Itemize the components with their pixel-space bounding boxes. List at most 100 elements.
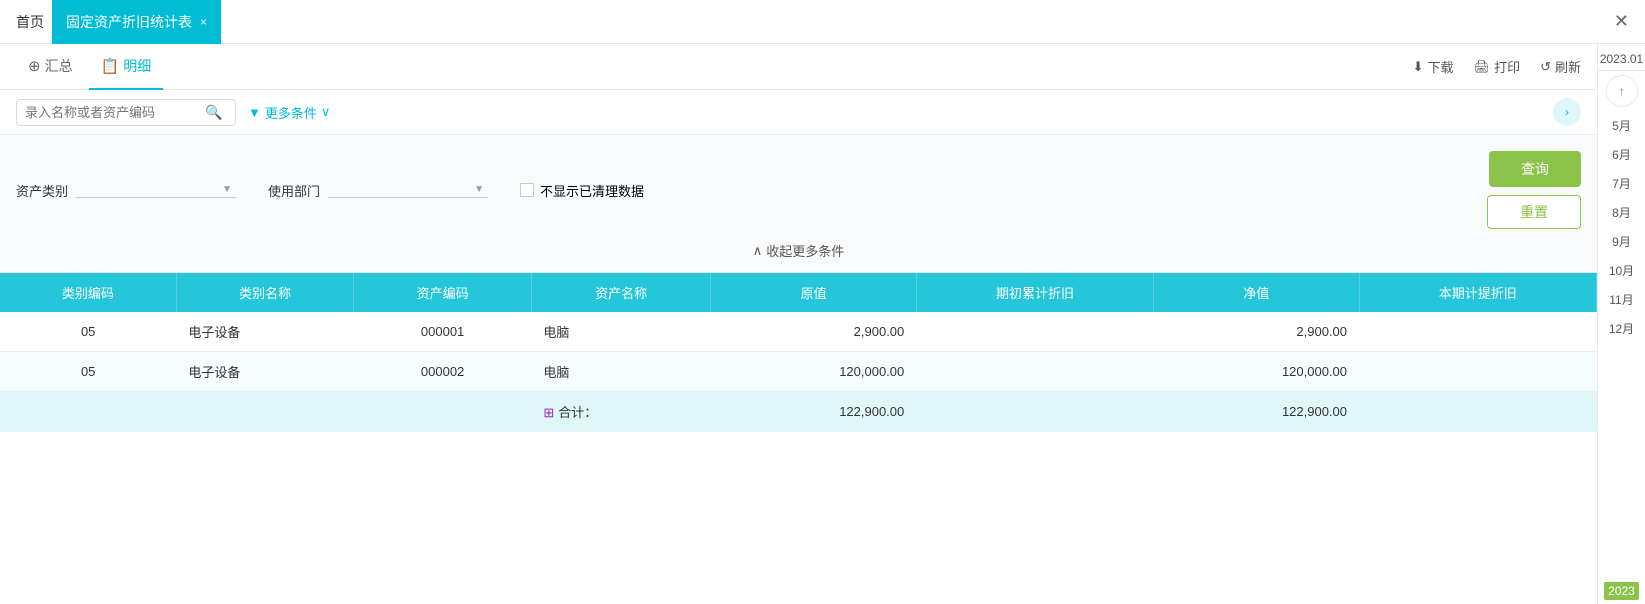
col-header-asset-code: 资产编码: [354, 273, 532, 312]
department-arrow: ▼: [474, 184, 484, 195]
collapse-conditions-toggle[interactable]: ∧ 收起更多条件: [16, 241, 1581, 260]
summary-icon: ⊕: [28, 57, 41, 75]
tab-detail-label: 明细: [123, 56, 151, 76]
chevron-right-icon: ›: [1565, 105, 1569, 119]
cell-current-dep: [1359, 312, 1596, 352]
tab-summary[interactable]: ⊕ 汇总: [16, 44, 85, 90]
data-table: 类别编码 类别名称 资产编码 资产名称 原值 期初累计折旧 净值 本期计提折旧 …: [0, 273, 1597, 432]
cell-asset-code: 000001: [354, 312, 532, 352]
search-bar: 🔍 ▼ 更多条件 ∨ ›: [0, 90, 1597, 135]
filter-panel: 资产类别 ▼ 使用部门 ▼ 不显示已清理数据: [0, 135, 1597, 273]
tabs-row: ⊕ 汇总 📋 明细 ⬇ 下载 🖨 打印 ↺ 刷新: [0, 44, 1597, 90]
data-table-wrapper: 类别编码 类别名称 资产编码 资产名称 原值 期初累计折旧 净值 本期计提折旧 …: [0, 273, 1597, 604]
col-header-original-value: 原值: [711, 273, 916, 312]
chevron-down-icon: ∨: [321, 104, 331, 120]
cell-asset-code: 000002: [354, 352, 532, 392]
right-sidebar: 2023.01 ↑ 5月6月7月8月9月10月11月12月 2023: [1597, 44, 1645, 604]
filter-icon: ▼: [248, 105, 261, 120]
scroll-up-icon: ↑: [1618, 83, 1625, 99]
sidebar-month-item[interactable]: 9月: [1609, 227, 1634, 256]
asset-category-label: 资产类别: [16, 181, 68, 200]
refresh-button[interactable]: ↺ 刷新: [1540, 57, 1581, 76]
tab-title: 固定资产折旧统计表: [66, 12, 192, 32]
table-row: 05 电子设备 000002 电脑 120,000.00 120,000.00: [0, 352, 1597, 392]
search-input-wrapper[interactable]: 🔍: [16, 99, 236, 126]
col-header-net-value: 净值: [1154, 273, 1359, 312]
expand-sidebar-button[interactable]: ›: [1553, 98, 1581, 126]
cell-original-value: 2,900.00: [711, 312, 916, 352]
cell-current-dep: [1359, 352, 1596, 392]
col-header-asset-name: 资产名称: [531, 273, 711, 312]
filter-row: 资产类别 ▼ 使用部门 ▼ 不显示已清理数据: [16, 151, 1581, 229]
asset-category-arrow: ▼: [222, 184, 232, 195]
department-label: 使用部门: [268, 181, 320, 200]
sidebar-month-item[interactable]: 8月: [1609, 198, 1634, 227]
checkbox-icon: [520, 183, 534, 197]
total-current-dep: [1359, 392, 1596, 432]
cell-asset-name: 电脑: [531, 352, 711, 392]
tab-close-icon[interactable]: ×: [200, 15, 207, 29]
table-total-row: ⊞合计： 122,900.00 122,900.00: [0, 392, 1597, 432]
sidebar-month-item[interactable]: 6月: [1609, 140, 1634, 169]
asset-category-select[interactable]: ▼: [76, 182, 236, 198]
cell-category-name: 电子设备: [176, 312, 354, 352]
col-header-accumulated-dep: 期初累计折旧: [916, 273, 1153, 312]
cell-accumulated-dep: [916, 352, 1153, 392]
scroll-up-button[interactable]: ↑: [1606, 75, 1638, 107]
col-header-current-dep: 本期计提折旧: [1359, 273, 1596, 312]
filter-actions: 查询 重置: [1487, 151, 1581, 229]
sidebar-month-item[interactable]: 10月: [1609, 256, 1634, 285]
collapse-icon: ∧: [753, 243, 763, 259]
total-net-value: 122,900.00: [1154, 392, 1359, 432]
refresh-icon: ↺: [1540, 59, 1551, 75]
cell-accumulated-dep: [916, 312, 1153, 352]
sidebar-month-item[interactable]: 7月: [1609, 169, 1634, 198]
table-header-row: 类别编码 类别名称 资产编码 资产名称 原值 期初累计折旧 净值 本期计提折旧: [0, 273, 1597, 312]
table-row: 05 电子设备 000001 电脑 2,900.00 2,900.00: [0, 312, 1597, 352]
download-icon: ⬇: [1413, 59, 1424, 75]
department-filter: 使用部门 ▼: [268, 181, 488, 200]
cell-net-value: 120,000.00: [1154, 352, 1359, 392]
search-input[interactable]: [25, 105, 205, 120]
department-select[interactable]: ▼: [328, 182, 488, 198]
tab-detail[interactable]: 📋 明细: [89, 44, 164, 90]
cell-net-value: 2,900.00: [1154, 312, 1359, 352]
detail-icon: 📋: [101, 57, 120, 75]
toolbar-actions: ⬇ 下载 🖨 打印 ↺ 刷新: [1413, 57, 1581, 76]
download-label: 下载: [1428, 57, 1454, 76]
cell-original-value: 120,000.00: [711, 352, 916, 392]
top-nav: 首页 固定资产折旧统计表 × ✕: [0, 0, 1645, 44]
content-area: ⊕ 汇总 📋 明细 ⬇ 下载 🖨 打印 ↺ 刷新: [0, 44, 1645, 604]
cell-category-name: 电子设备: [176, 352, 354, 392]
tab-summary-label: 汇总: [45, 56, 73, 76]
cell-category-code: 05: [0, 312, 176, 352]
query-button[interactable]: 查询: [1489, 151, 1581, 187]
active-tab[interactable]: 固定资产折旧统计表 ×: [52, 0, 221, 44]
print-icon: 🖨: [1474, 59, 1491, 75]
hide-cleared-label: 不显示已清理数据: [540, 181, 644, 200]
more-conditions-toggle[interactable]: ▼ 更多条件 ∨: [248, 103, 330, 122]
total-label: ⊞合计：: [531, 392, 711, 432]
hide-cleared-checkbox[interactable]: 不显示已清理数据: [520, 181, 644, 200]
search-icon[interactable]: 🔍: [205, 104, 222, 121]
total-accumulated-dep: [916, 392, 1153, 432]
sidebar-month-item[interactable]: 5月: [1609, 111, 1634, 140]
print-button[interactable]: 🖨 打印: [1474, 57, 1521, 76]
reset-button[interactable]: 重置: [1487, 195, 1581, 229]
col-header-category-name: 类别名称: [176, 273, 354, 312]
cell-category-code: 05: [0, 352, 176, 392]
window-close-button[interactable]: ✕: [1614, 11, 1629, 32]
print-label: 打印: [1494, 57, 1520, 76]
sidebar-date: 2023.01: [1598, 48, 1645, 71]
cell-asset-name: 电脑: [531, 312, 711, 352]
more-conditions-label: 更多条件: [265, 103, 317, 122]
download-button[interactable]: ⬇ 下载: [1413, 57, 1454, 76]
main-panel: ⊕ 汇总 📋 明细 ⬇ 下载 🖨 打印 ↺ 刷新: [0, 44, 1597, 604]
sidebar-month-item[interactable]: 12月: [1609, 314, 1634, 343]
home-link[interactable]: 首页: [16, 12, 44, 32]
refresh-label: 刷新: [1555, 57, 1581, 76]
year-badge: 2023: [1604, 582, 1639, 600]
sidebar-month-item[interactable]: 11月: [1609, 285, 1634, 314]
asset-category-filter: 资产类别 ▼: [16, 181, 236, 200]
collapse-label: 收起更多条件: [766, 241, 844, 260]
